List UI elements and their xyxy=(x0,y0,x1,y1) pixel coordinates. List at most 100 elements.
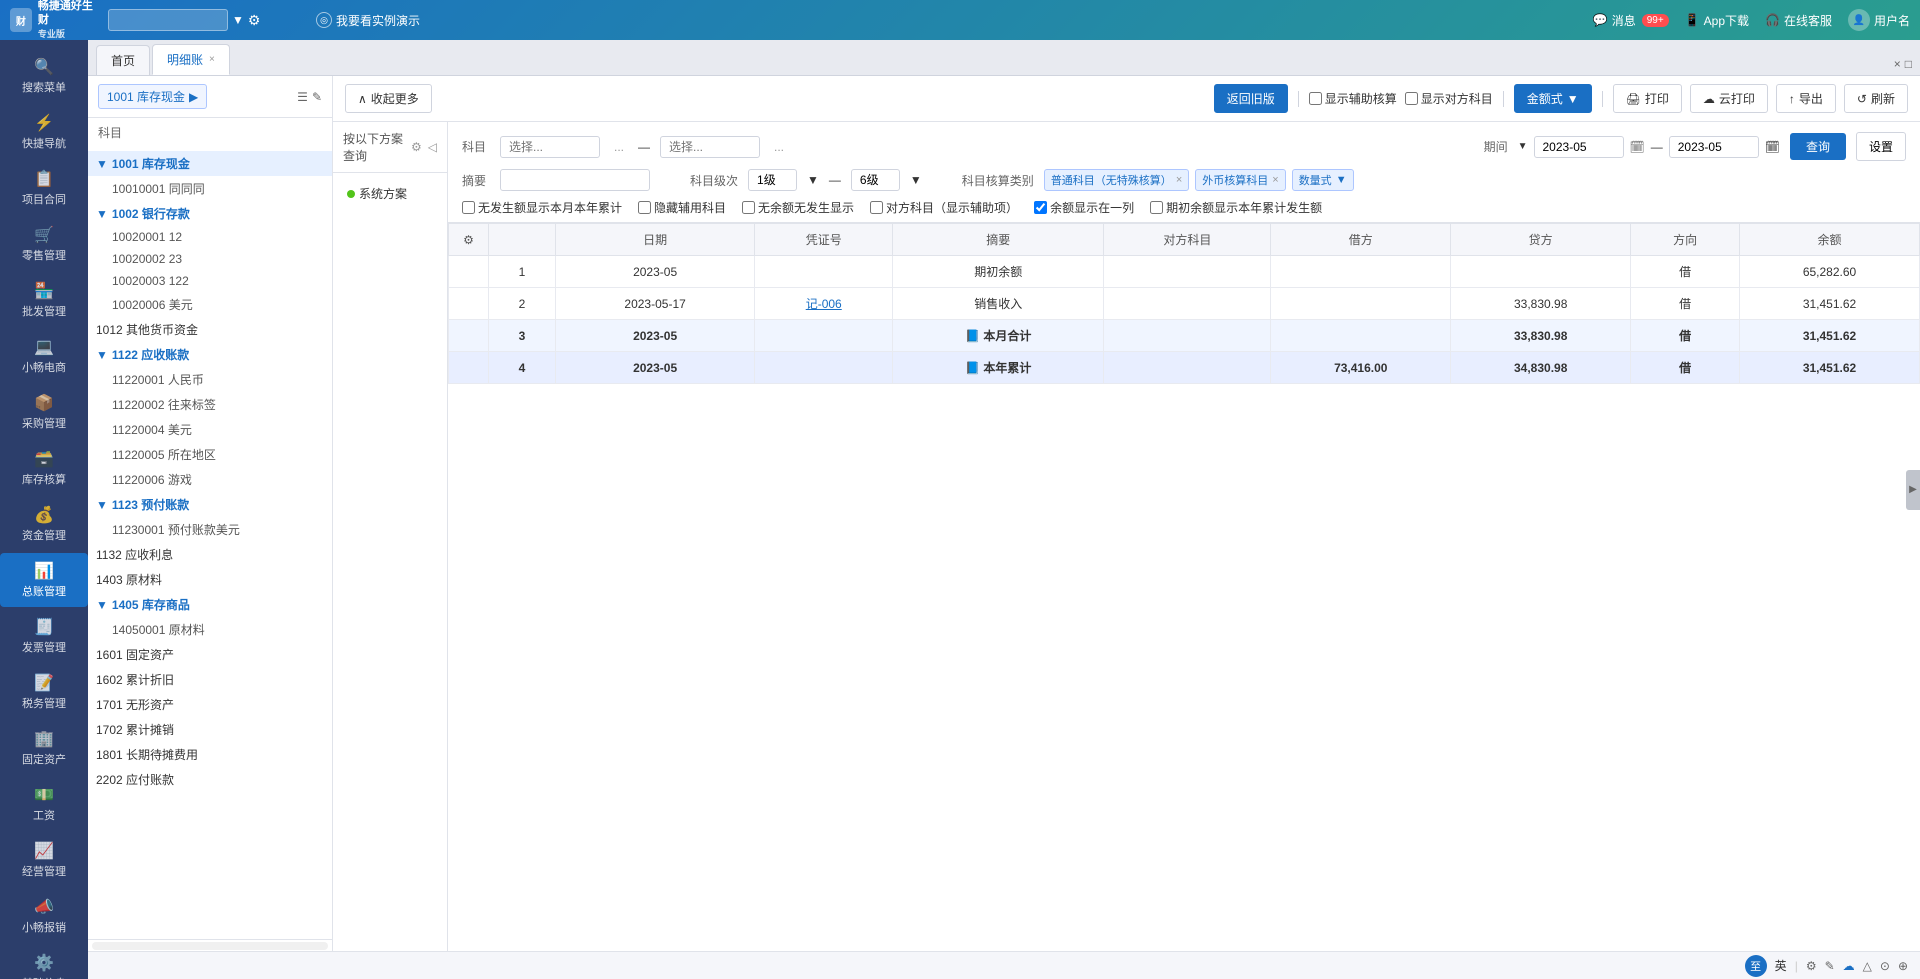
tree-item-1702[interactable]: 1702 累计摊销 xyxy=(88,717,332,742)
scheme-collapse-icon[interactable]: ◁ xyxy=(428,140,437,154)
sidebar-item-salary[interactable]: 💵 工资 xyxy=(0,777,88,831)
amount-format-button[interactable]: 金额式 ▼ xyxy=(1514,84,1592,113)
checkbox-opposite-show-input[interactable] xyxy=(870,201,883,214)
demo-link[interactable]: ◎ 我要看实例演示 xyxy=(316,12,420,29)
tree-item-1001[interactable]: ▼ 1001 库存现金 xyxy=(88,151,332,176)
tree-item-11220006[interactable]: 11220006 游戏 xyxy=(88,467,332,492)
tree-item-1405[interactable]: ▼ 1405 库存商品 xyxy=(88,592,332,617)
sidebar-item-invoice[interactable]: 🧾 发票管理 xyxy=(0,609,88,663)
status-circle-icon[interactable]: ⊙ xyxy=(1880,959,1890,973)
left-panel-scrollbar[interactable] xyxy=(88,939,332,951)
status-plus-circle-icon[interactable]: ⊕ xyxy=(1898,959,1908,973)
checkbox-no-balance-show[interactable]: 无余额无发生显示 xyxy=(742,199,854,216)
tree-item-2202[interactable]: 2202 应付账款 xyxy=(88,767,332,792)
quantity-dropdown[interactable]: ▼ xyxy=(1336,174,1347,186)
user-item[interactable]: 👤 用户名 xyxy=(1848,9,1910,31)
summary-input[interactable] xyxy=(500,169,650,191)
status-badge-at[interactable]: 至 xyxy=(1745,955,1767,977)
refresh-button[interactable]: ↺ 刷新 xyxy=(1844,84,1908,113)
table-header-settings[interactable]: ⚙ xyxy=(449,224,489,256)
search-dropdown-icon[interactable]: ▼ xyxy=(232,13,244,27)
tree-item-10010001[interactable]: 10010001 同同同 xyxy=(88,176,332,201)
tree-item-10020002[interactable]: 10020002 23 xyxy=(88,248,332,270)
tree-item-11220001[interactable]: 11220001 人民币 xyxy=(88,367,332,392)
checkbox-no-balance-show-input[interactable] xyxy=(742,201,755,214)
show-opposite-checkbox[interactable]: 显示对方科目 xyxy=(1405,90,1493,107)
show-aux-input[interactable] xyxy=(1309,92,1322,105)
sidebar-item-assets[interactable]: 🏢 固定资产 xyxy=(0,721,88,775)
sidebar-item-quicknav[interactable]: ⚡ 快捷导航 xyxy=(0,105,88,159)
period-calendar-icon[interactable]: 🗓 xyxy=(1765,140,1780,154)
account-end-ellipsis[interactable]: ... xyxy=(770,140,788,154)
checkbox-balance-in-one[interactable]: 余额显示在一列 xyxy=(1034,199,1134,216)
tag-foreign[interactable]: 外币核算科目 × xyxy=(1195,169,1285,191)
tab-close-icon[interactable]: × xyxy=(209,54,215,65)
checkbox-hide-aux[interactable]: 隐藏辅用科目 xyxy=(638,199,726,216)
tree-item-1701[interactable]: 1701 无形资产 xyxy=(88,692,332,717)
tree-item-10020003[interactable]: 10020003 122 xyxy=(88,270,332,292)
tree-item-1132[interactable]: 1132 应收利息 xyxy=(88,542,332,567)
account-ellipsis[interactable]: ... xyxy=(610,140,628,154)
status-triangle-icon[interactable]: △ xyxy=(1863,959,1872,973)
tree-item-10020001[interactable]: 10020001 12 xyxy=(88,226,332,248)
sidebar-item-inventory[interactable]: 🗃️ 库存核算 xyxy=(0,441,88,495)
horizontal-scrollbar[interactable] xyxy=(92,942,328,950)
status-settings-icon[interactable]: ⚙ xyxy=(1806,959,1817,973)
period-dropdown-icon[interactable]: ▼ xyxy=(1518,141,1528,152)
sidebar-item-search[interactable]: 🔍 搜索菜单 xyxy=(0,49,88,103)
checkbox-hide-aux-input[interactable] xyxy=(638,201,651,214)
sidebar-item-basic[interactable]: ⚙️ 基础信息 xyxy=(0,945,88,979)
settings-icon[interactable]: ⚙ xyxy=(248,12,261,29)
period-end-input[interactable] xyxy=(1669,136,1759,158)
current-account[interactable]: 1001 库存现金 ▶ xyxy=(98,84,207,109)
message-item[interactable]: 💬 消息 99+ xyxy=(1593,12,1669,29)
tree-item-14050001[interactable]: 14050001 原材料 xyxy=(88,617,332,642)
tag-foreign-close[interactable]: × xyxy=(1272,174,1278,186)
checkbox-no-balance-input[interactable] xyxy=(462,201,475,214)
tree-item-10020006[interactable]: 10020006 美元 xyxy=(88,292,332,317)
tag-quantity[interactable]: 数量式 ▼ xyxy=(1292,169,1354,191)
tree-item-1012[interactable]: 1012 其他货币资金 xyxy=(88,317,332,342)
sidebar-item-purchase[interactable]: 📦 采购管理 xyxy=(0,385,88,439)
search-input[interactable] xyxy=(108,9,228,31)
cloud-print-button[interactable]: ☁ 云打印 xyxy=(1690,84,1768,113)
sidebar-item-retail[interactable]: 🛒 零售管理 xyxy=(0,217,88,271)
status-lang-icon[interactable]: 英 xyxy=(1775,957,1787,974)
period-start-input[interactable] xyxy=(1534,136,1624,158)
sidebar-item-wholesale[interactable]: 🏪 批发管理 xyxy=(0,273,88,327)
level-start-select[interactable]: 1级 xyxy=(748,169,797,191)
tree-item-1403[interactable]: 1403 原材料 xyxy=(88,567,332,592)
return-old-version-button[interactable]: 返回旧版 xyxy=(1214,84,1288,113)
checkbox-balance-in-one-input[interactable] xyxy=(1034,201,1047,214)
tree-item-1002[interactable]: ▼ 1002 银行存款 xyxy=(88,201,332,226)
tab-maximize-icon[interactable]: □ xyxy=(1905,57,1912,71)
tree-item-11220005[interactable]: 11220005 所在地区 xyxy=(88,442,332,467)
level-end-select[interactable]: 6级 xyxy=(851,169,900,191)
tree-item-1122[interactable]: ▼ 1122 应收账款 xyxy=(88,342,332,367)
tree-item-11220004[interactable]: 11220004 美元 xyxy=(88,417,332,442)
sidebar-item-ecommerce[interactable]: 💻 小畅电商 xyxy=(0,329,88,383)
checkbox-start-balance[interactable]: 期初余额显示本年累计发生额 xyxy=(1150,199,1322,216)
show-aux-checkbox[interactable]: 显示辅助核算 xyxy=(1309,90,1397,107)
tree-item-11220002[interactable]: 11220002 往来标签 xyxy=(88,392,332,417)
checkbox-no-balance[interactable]: 无发生额显示本月本年累计 xyxy=(462,199,622,216)
tree-item-1123[interactable]: ▼ 1123 预付账款 xyxy=(88,492,332,517)
export-button[interactable]: ↑ 导出 xyxy=(1776,84,1836,113)
tab-home[interactable]: 首页 xyxy=(96,45,150,75)
sidebar-item-tax[interactable]: 📝 税务管理 xyxy=(0,665,88,719)
account-start-input[interactable] xyxy=(500,136,600,158)
sidebar-item-ledger[interactable]: 📊 总账管理 xyxy=(0,553,88,607)
checkbox-opposite-show[interactable]: 对方科目（显示辅助项） xyxy=(870,199,1018,216)
settings-button[interactable]: 设置 xyxy=(1856,132,1906,161)
scheme-item-system[interactable]: 系统方案 xyxy=(341,181,439,206)
tree-item-1602[interactable]: 1602 累计折旧 xyxy=(88,667,332,692)
sidebar-item-operations[interactable]: 📈 经营管理 xyxy=(0,833,88,887)
status-edit-icon[interactable]: ✎ xyxy=(1825,959,1835,973)
status-cloud-icon[interactable]: ☁ xyxy=(1843,959,1855,973)
show-opposite-input[interactable] xyxy=(1405,92,1418,105)
list-icon[interactable]: ☰ xyxy=(297,90,308,104)
tag-normal-close[interactable]: × xyxy=(1176,174,1182,186)
table-area[interactable]: ⚙ 日期 凭证号 摘要 对方科目 借方 贷方 方向 xyxy=(448,223,1920,951)
account-tree[interactable]: ▼ 1001 库存现金 10010001 同同同 ▼ 1002 银行存款 100… xyxy=(88,147,332,939)
sidebar-item-sales[interactable]: 📣 小畅报销 xyxy=(0,889,88,943)
